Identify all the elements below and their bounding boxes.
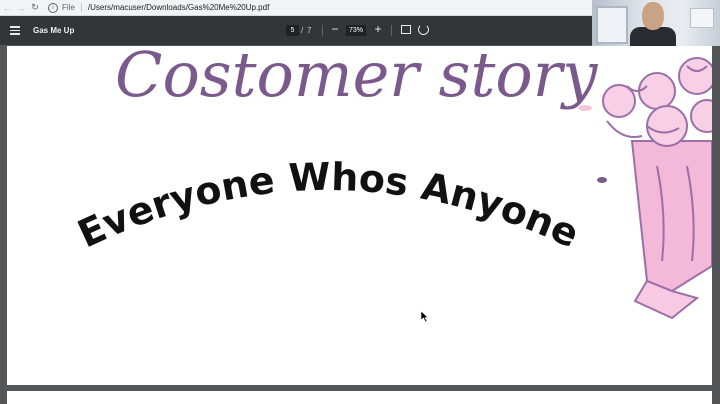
pdf-page: Costomer story Everyone Whos Anyone (7, 46, 712, 385)
fit-to-page-icon[interactable] (401, 25, 411, 34)
forward-button[interactable]: → (14, 1, 28, 15)
document-title: Gas Me Up (33, 26, 75, 35)
flower-bouquet-illustration (602, 57, 712, 320)
toolbar-divider (391, 25, 392, 36)
url-field[interactable]: /Users/macuser/Downloads/Gas%20Me%20Up.p… (88, 3, 269, 12)
slide-canvas: Costomer story Everyone Whos Anyone (71, 46, 712, 320)
address-separator (80, 3, 82, 12)
zoom-level-input[interactable]: 73% (346, 25, 366, 36)
menu-icon[interactable] (10, 26, 20, 37)
next-pdf-page (7, 391, 712, 404)
arrow-left-icon: ← (2, 2, 12, 13)
page-number-input[interactable]: 5 (286, 25, 299, 36)
webcam-wall-frame (690, 8, 714, 28)
rotate-icon[interactable] (418, 24, 429, 35)
webcam-person-head (642, 2, 664, 30)
zoom-in-button[interactable]: + (372, 22, 384, 36)
reload-button[interactable]: ↻ (28, 1, 42, 15)
slide-subheading: Everyone Whos Anyone (71, 155, 586, 257)
mouse-cursor-icon (421, 311, 429, 322)
info-icon[interactable]: i (48, 2, 58, 13)
webcam-window (596, 6, 628, 44)
toolbar-divider (322, 25, 323, 36)
arrow-right-icon: → (16, 2, 26, 13)
slide-subheading-text: Everyone Whos Anyone (71, 155, 586, 257)
slide-heading: Costomer story (115, 46, 598, 111)
webcam-overlay (592, 0, 720, 46)
back-button[interactable]: ← (0, 1, 14, 15)
decorative-petal (578, 105, 592, 111)
viewer-scroll-area[interactable] (712, 46, 720, 404)
reload-icon: ↻ (31, 2, 39, 12)
total-pages: 7 (307, 26, 312, 35)
page-separator: / (301, 26, 304, 35)
decorative-dot (597, 177, 607, 183)
url-scheme-label: File (62, 3, 75, 12)
zoom-out-button[interactable]: − (329, 22, 341, 36)
